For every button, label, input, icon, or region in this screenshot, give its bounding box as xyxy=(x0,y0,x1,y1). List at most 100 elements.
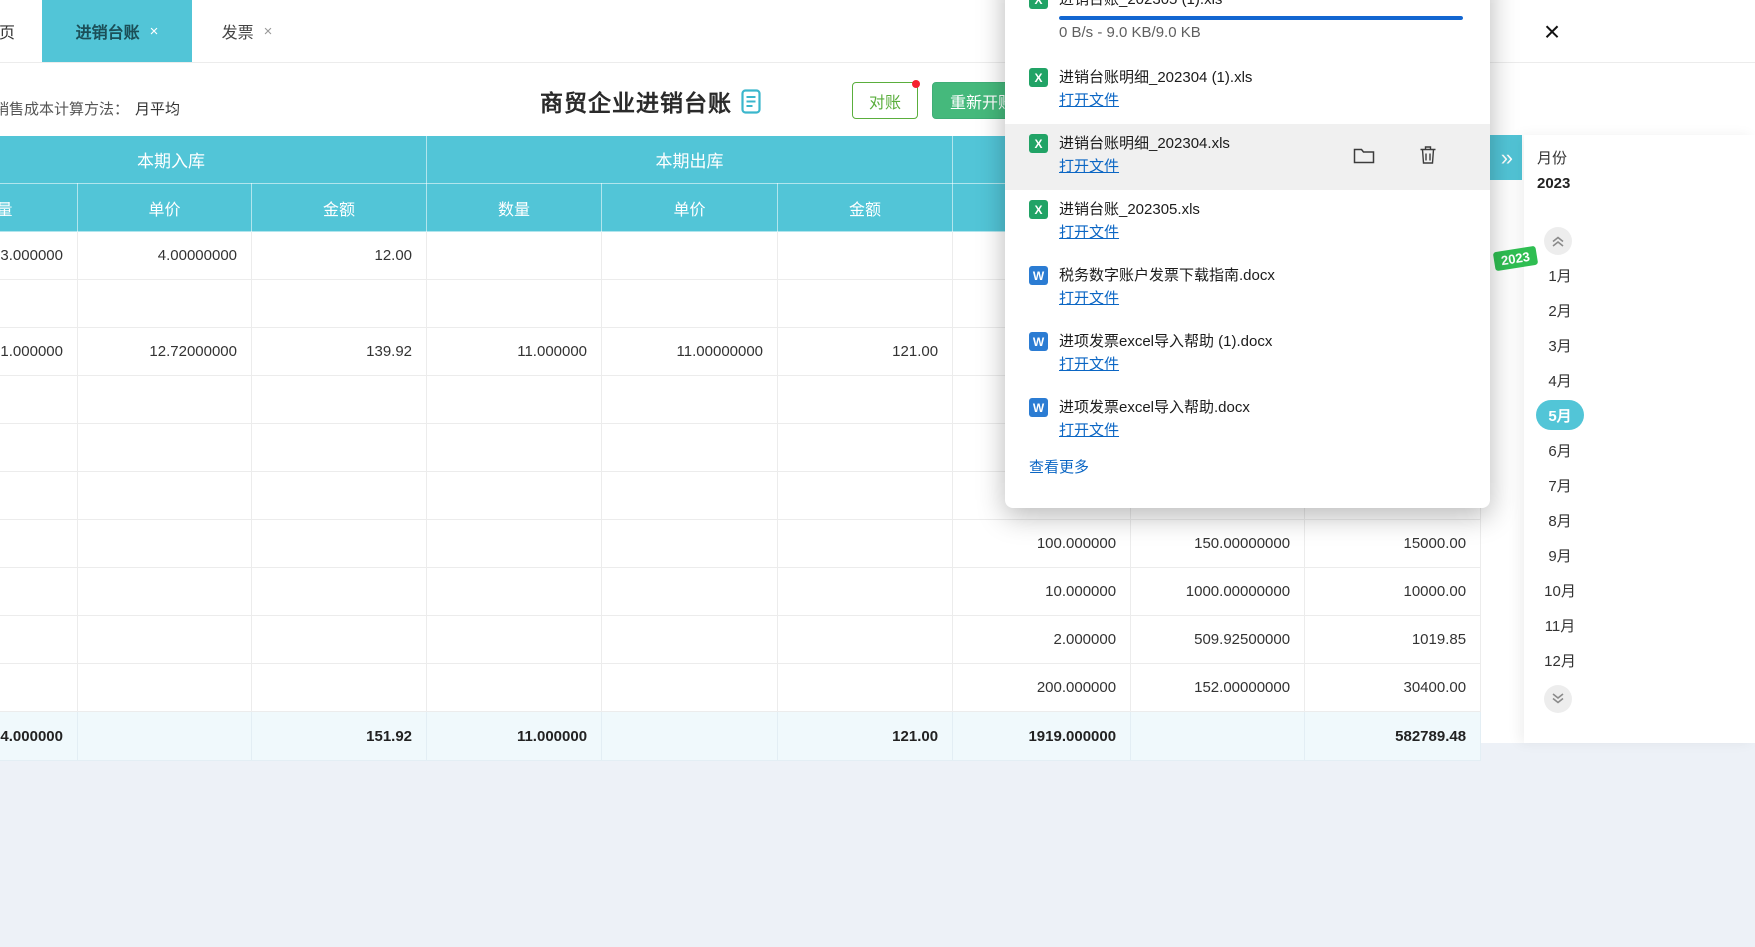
open-file-link[interactable]: 打开文件 xyxy=(1059,419,1119,440)
download-item[interactable]: W 进项发票excel导入帮助.docx 打开文件 xyxy=(1005,388,1490,454)
table-row[interactable]: 2.000000 509.92500000 1019.85 xyxy=(0,615,1482,664)
total-cell: 151.92 xyxy=(250,711,428,761)
page-background xyxy=(0,743,1755,947)
table-cell: 11.00000000 xyxy=(601,327,779,376)
reconcile-button[interactable]: 对账 xyxy=(852,80,920,119)
cost-method: 销售成本计算方法： 月平均 xyxy=(0,98,180,119)
download-item[interactable]: X 进销台账明细_202304.xls 打开文件 xyxy=(1005,124,1490,190)
toolbar: 销售成本计算方法： 月平均 商贸企业进销台账 对账 重新开账 xyxy=(0,62,1755,135)
table-cell xyxy=(601,615,779,664)
folder-icon xyxy=(1353,148,1375,164)
table-cell xyxy=(0,471,78,520)
scroll-down-button[interactable] xyxy=(1544,685,1572,713)
tab-close-icon[interactable]: × xyxy=(264,23,273,40)
table-cell: 10000.00 xyxy=(1304,567,1482,616)
table-cell xyxy=(0,567,78,616)
table-cell xyxy=(426,423,603,472)
table-cell: 12.00 xyxy=(250,231,428,280)
table-row[interactable]: 10.000000 1000.00000000 10000.00 xyxy=(0,567,1482,616)
month-item-selected[interactable]: 5月 xyxy=(1536,400,1584,430)
table-cell xyxy=(0,375,78,424)
open-file-link[interactable]: 打开文件 xyxy=(1059,89,1119,110)
section-header: 本期出库 xyxy=(426,135,954,184)
table-cell xyxy=(250,471,428,520)
table-cell xyxy=(77,375,252,424)
column-header: 金额 xyxy=(777,183,954,232)
window-close-icon[interactable]: × xyxy=(1532,12,1572,52)
delete-download-button[interactable] xyxy=(1413,140,1443,170)
show-in-folder-button[interactable] xyxy=(1349,140,1379,170)
table-cell: 1000.00000000 xyxy=(1130,567,1306,616)
open-file-link[interactable]: 打开文件 xyxy=(1059,155,1119,176)
table-cell xyxy=(426,471,603,520)
tab-ledger[interactable]: 进销台账 × xyxy=(42,0,192,62)
month-item[interactable]: 6月 xyxy=(1536,435,1584,465)
table-cell xyxy=(250,615,428,664)
table-cell xyxy=(250,567,428,616)
download-item[interactable]: W 进项发票excel导入帮助 (1).docx 打开文件 xyxy=(1005,322,1490,388)
open-file-link[interactable]: 打开文件 xyxy=(1059,221,1119,242)
month-item[interactable]: 7月 xyxy=(1536,470,1584,500)
see-more-link[interactable]: 查看更多 xyxy=(1029,456,1089,477)
table-cell xyxy=(777,519,954,568)
table-cell xyxy=(777,423,954,472)
download-item[interactable]: W 税务数字账户发票下载指南.docx 打开文件 xyxy=(1005,256,1490,322)
download-filename: 税务数字账户发票下载指南.docx xyxy=(1059,267,1275,284)
column-header: 数量 xyxy=(0,183,78,232)
month-item[interactable]: 9月 xyxy=(1536,540,1584,570)
month-item[interactable]: 2月 xyxy=(1536,295,1584,325)
month-item[interactable]: 10月 xyxy=(1536,575,1584,605)
table-cell xyxy=(601,231,779,280)
table-row[interactable]: 200.000000 152.00000000 30400.00 xyxy=(0,663,1482,712)
table-cell xyxy=(0,615,78,664)
download-item[interactable]: X 进销台账明细_202304 (1).xls 打开文件 xyxy=(1005,58,1490,124)
table-cell xyxy=(0,279,78,328)
open-file-link[interactable]: 打开文件 xyxy=(1059,353,1119,374)
tab-invoice-label: 发票 xyxy=(221,25,254,42)
tab-close-icon[interactable]: × xyxy=(150,23,159,40)
table-cell: 150.00000000 xyxy=(1130,519,1306,568)
total-cell: 582789.48 xyxy=(1304,711,1482,761)
month-item[interactable]: 1月 xyxy=(1536,260,1584,290)
download-item[interactable]: X 进销台账_202305.xls 打开文件 xyxy=(1005,190,1490,256)
month-item[interactable]: 12月 xyxy=(1536,645,1584,675)
month-item[interactable]: 4月 xyxy=(1536,365,1584,395)
month-item[interactable]: 3月 xyxy=(1536,330,1584,360)
column-header: 单价 xyxy=(77,183,252,232)
table-cell xyxy=(250,519,428,568)
table-cell xyxy=(77,471,252,520)
table-cell: 1019.85 xyxy=(1304,615,1482,664)
table-row[interactable]: 100.000000 150.00000000 15000.00 xyxy=(0,519,1482,568)
table-cell xyxy=(77,663,252,712)
table-cell xyxy=(777,375,954,424)
total-cell xyxy=(601,711,779,761)
table-cell xyxy=(250,375,428,424)
month-item[interactable]: 8月 xyxy=(1536,505,1584,535)
double-chevron-right-icon: » xyxy=(1500,144,1513,170)
table-cell: 4.00000000 xyxy=(77,231,252,280)
table-cell xyxy=(601,279,779,328)
open-file-link[interactable]: 打开文件 xyxy=(1059,287,1119,308)
page-title: 商贸企业进销台账 xyxy=(540,90,732,116)
download-filename: 进销台账_202305.xls xyxy=(1059,201,1200,218)
word-file-icon: W xyxy=(1029,266,1048,285)
download-item[interactable]: X 进销台账_202305 (1).xls 0 B/s - 9.0 KB/9.0 K… xyxy=(1005,0,1490,58)
total-cell xyxy=(77,711,252,761)
table-cell xyxy=(601,471,779,520)
month-sidebar: 月份 2023 1月 2月 3月 4月 5月 6月 7月 8月 9月 10月 11月 12月 xyxy=(1524,135,1755,743)
table-cell xyxy=(601,519,779,568)
tab-home[interactable]: 首页 xyxy=(0,0,42,62)
year-label: 2023 xyxy=(1537,175,1571,192)
cost-method-value[interactable]: 月平均 xyxy=(135,101,180,118)
total-cell: 4.000000 xyxy=(0,711,78,761)
table-cell xyxy=(777,279,954,328)
table-cell xyxy=(250,423,428,472)
tab-invoice[interactable]: 发票 × xyxy=(192,0,302,62)
document-icon[interactable] xyxy=(741,88,761,114)
download-filename: 进销台账明细_202304 (1).xls xyxy=(1059,69,1253,86)
tab-bar: 首页 进销台账 × 发票 × × xyxy=(0,0,1755,63)
table-cell xyxy=(426,375,603,424)
month-item[interactable]: 11月 xyxy=(1536,610,1584,640)
table-cell xyxy=(601,567,779,616)
scroll-up-button[interactable] xyxy=(1544,227,1572,255)
